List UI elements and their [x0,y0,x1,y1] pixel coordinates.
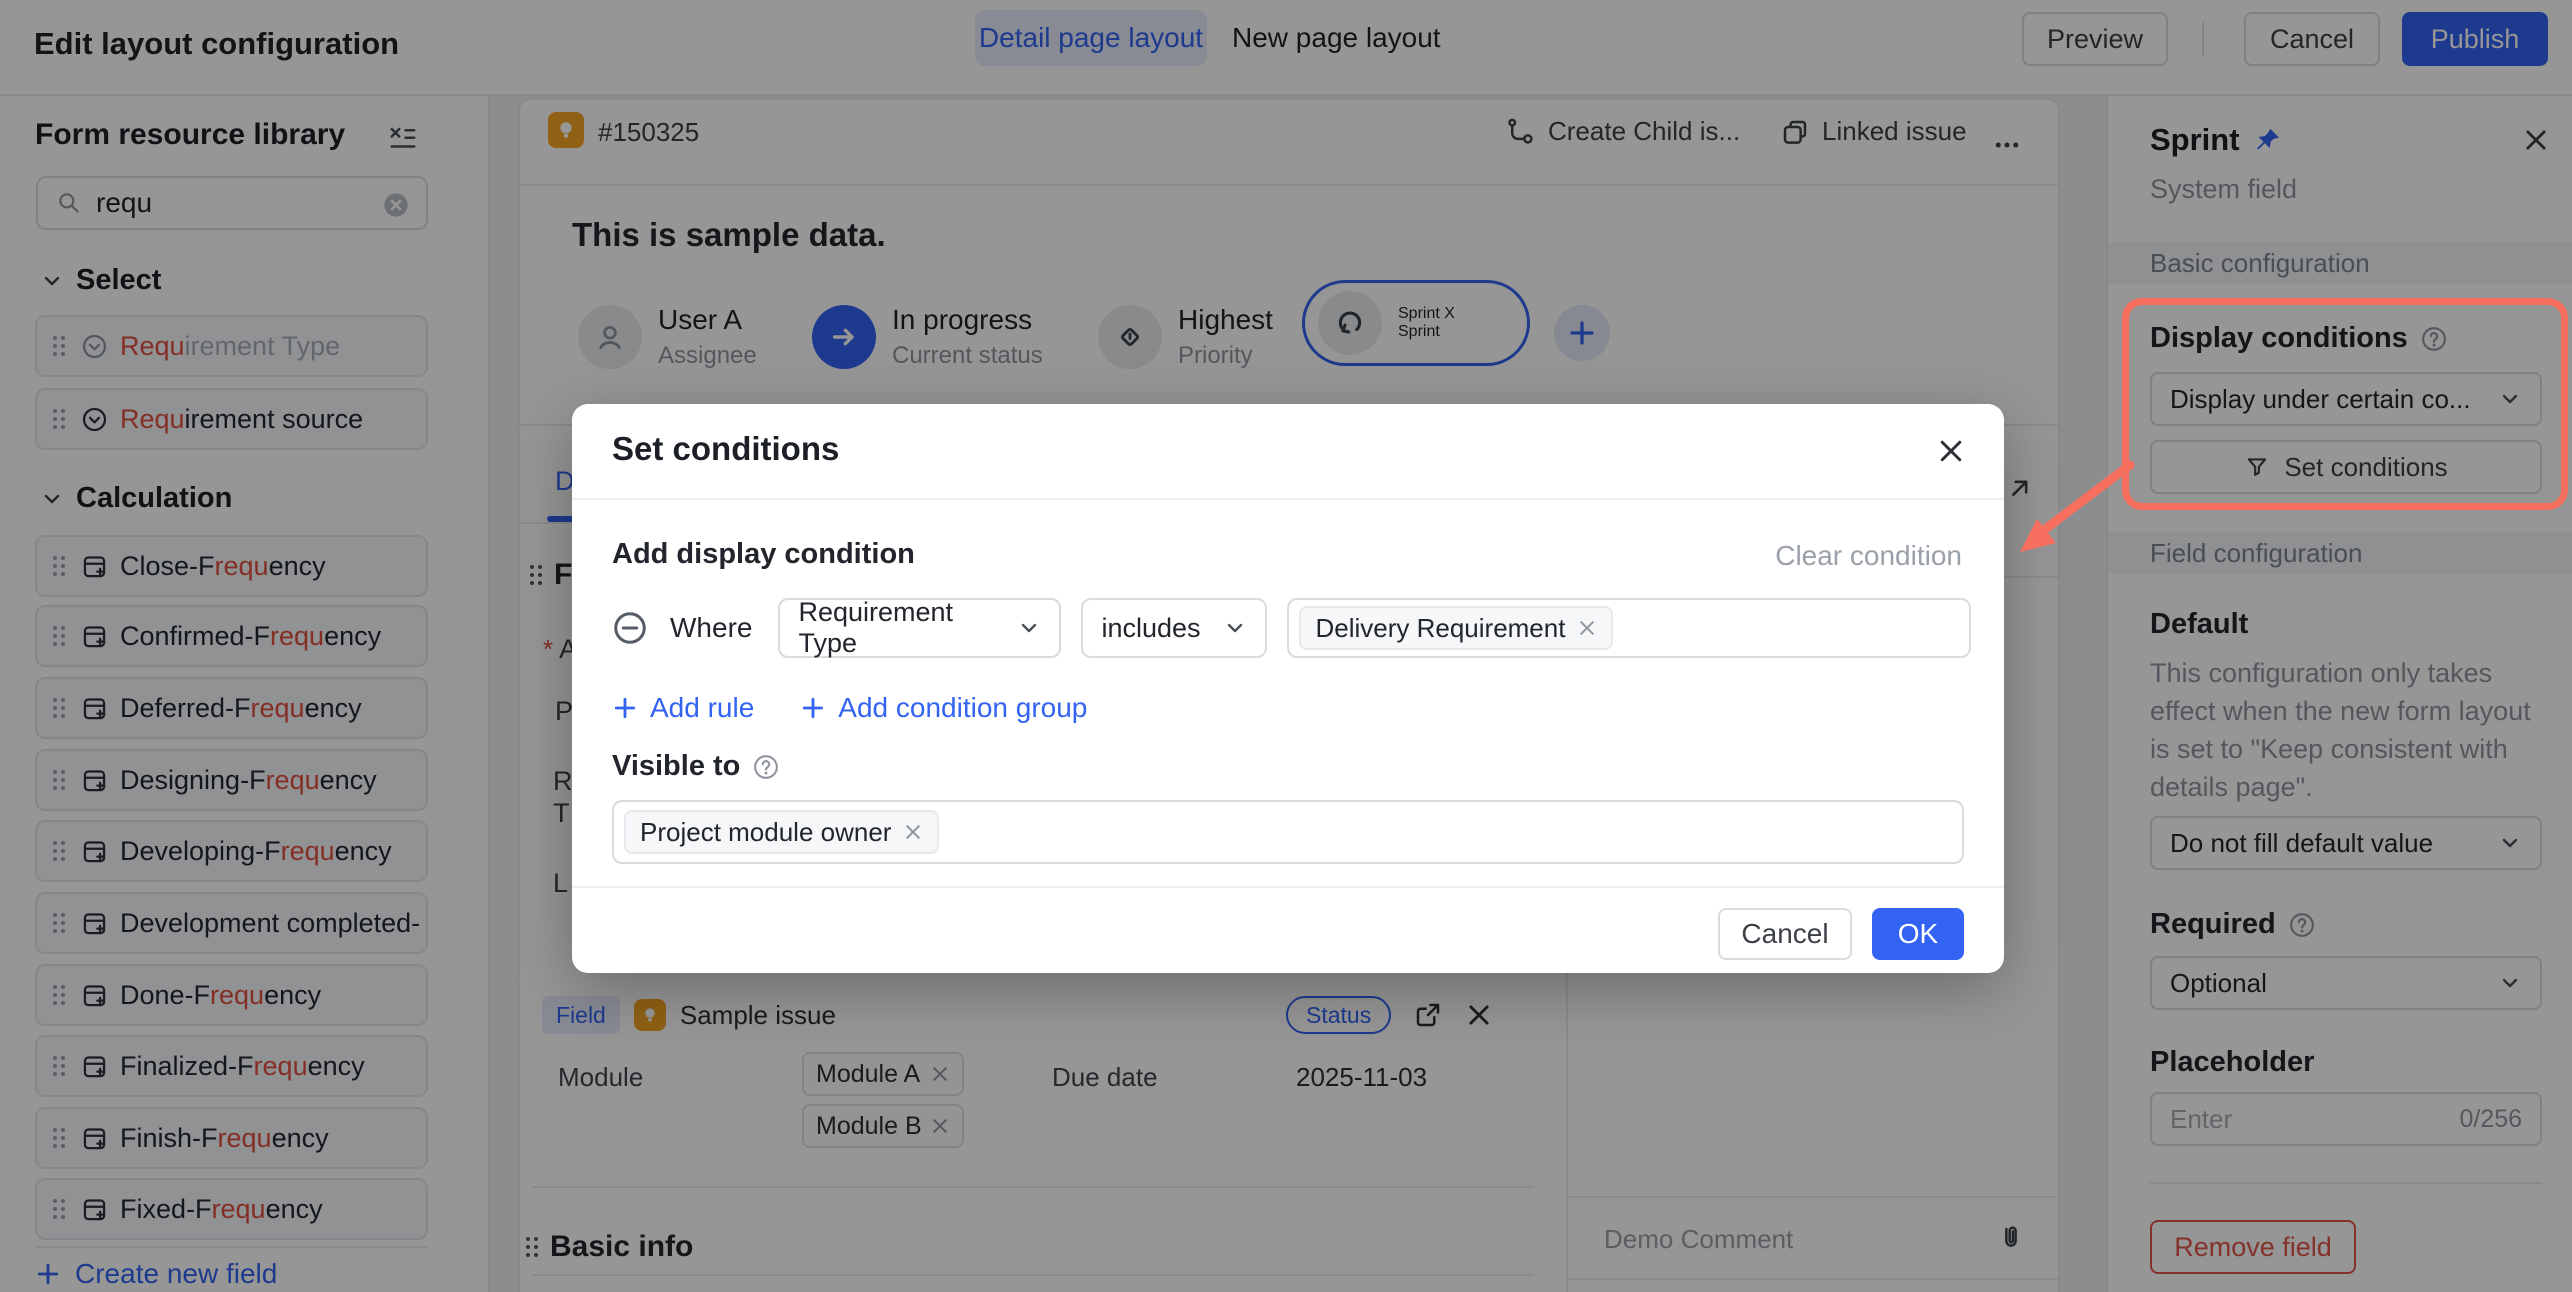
visible-to-tag: Project module owner [624,810,940,854]
remove-tag-icon[interactable] [1577,618,1597,638]
remove-tag-icon[interactable] [903,822,923,842]
add-rule-link[interactable]: Add rule [612,692,754,724]
set-conditions-dialog: Set conditions Add display condition Cle… [572,404,2004,973]
annotation-arrow [2020,460,2135,552]
condition-operator-select[interactable]: includes [1081,598,1268,658]
chevron-down-icon [1017,616,1041,640]
dialog-ok-button[interactable]: OK [1872,908,1964,960]
condition-field-select[interactable]: Requirement Type [778,597,1062,658]
dialog-title: Set conditions [612,430,840,467]
plus-icon [800,695,826,721]
dialog-footer-divider [572,886,2004,888]
remove-condition-icon[interactable] [612,610,648,646]
visible-to-label: Visible to [612,750,780,783]
question-icon[interactable] [752,753,780,781]
where-label: Where [670,612,753,643]
close-icon[interactable] [1936,436,1966,466]
clear-condition-link[interactable]: Clear condition [1775,540,1962,572]
dialog-cancel-button[interactable]: Cancel [1718,908,1852,960]
chevron-down-icon [1223,616,1247,640]
condition-links-row: Add rule Add condition group [612,692,1087,724]
condition-row: Where Requirement Type includes Delivery… [612,597,1972,658]
add-display-condition-label: Add display condition [612,538,915,570]
dialog-header-divider [572,498,2004,500]
condition-value-input[interactable]: Delivery Requirement [1287,598,1972,658]
edit-layout-configuration-screen: Edit layout configuration Detail page la… [0,0,2572,1292]
visible-to-input[interactable]: Project module owner [612,800,1964,864]
value-tag: Delivery Requirement [1299,606,1614,650]
plus-icon [612,695,638,721]
annotation-highlight-box [2122,298,2568,510]
add-condition-group-link[interactable]: Add condition group [800,692,1087,724]
